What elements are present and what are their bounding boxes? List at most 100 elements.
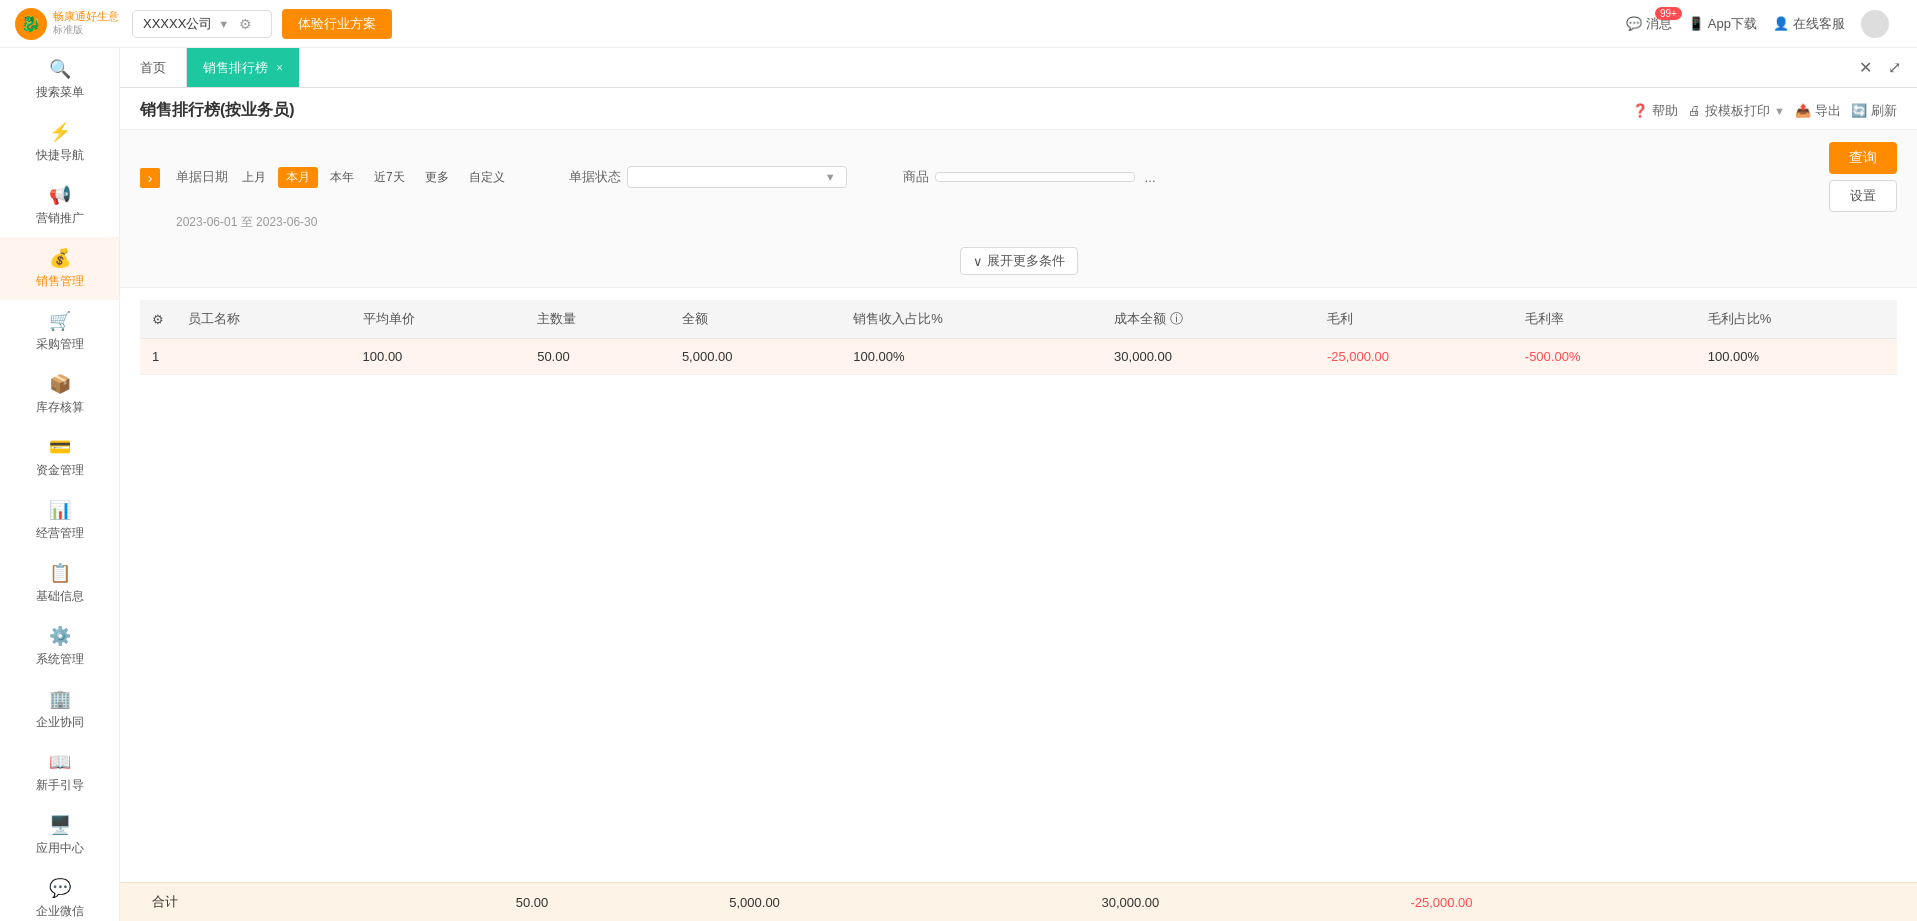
status-select-arrow: ▼ [825,171,836,183]
sidebar-label-10: 企业协同 [36,714,84,731]
date-tab-本年[interactable]: 本年 [322,167,362,188]
page-header: 销售排行榜(按业务员) ❓ 帮助 🖨 按模板打印 ▼ 📤 [120,88,1917,130]
sidebar-item-3[interactable]: 💰 销售管理 [0,237,119,300]
sidebar-icon-6: 💳 [49,436,71,458]
table-row: 1100.0050.005,000.00100.00%30,000.00-25,… [140,339,1897,375]
export-button[interactable]: 📤 导出 [1795,102,1841,120]
footer-cells: 50.005,000.0030,000.00-25,000.00 [232,895,1905,910]
sidebar-label-13: 企业微信 [36,903,84,920]
sidebar-item-0[interactable]: 🔍 搜索菜单 [0,48,119,111]
column-header: 成本全额 ⓘ [1102,300,1315,339]
date-tab-本月[interactable]: 本月 [278,167,318,188]
expand-filter-button[interactable]: › [140,168,160,188]
sidebar-icon-2: 📢 [49,184,71,206]
template-print-button[interactable]: 🖨 按模板打印 ▼ [1688,102,1785,120]
column-settings[interactable]: ⚙ [140,300,176,339]
table-cell: 30,000.00 [1102,339,1315,375]
sidebar-item-1[interactable]: ⚡ 快捷导航 [0,111,119,174]
chevron-down-icon: ∨ [973,254,983,269]
message-icon: 💬 [1626,16,1642,31]
date-tab-自定义[interactable]: 自定义 [461,167,513,188]
date-tab-更多[interactable]: 更多 [417,167,457,188]
sidebar-icon-12: 🖥️ [49,814,71,836]
footer-cell: 50.00 [504,895,717,910]
help-label: 帮助 [1652,102,1678,120]
refresh-button[interactable]: 🔄 刷新 [1851,102,1897,120]
tab-bar-right: ✕ ⤢ [1855,54,1917,81]
sidebar-label-6: 资金管理 [36,462,84,479]
sidebar-item-7[interactable]: 📊 经营管理 [0,489,119,552]
date-tab-近7天[interactable]: 近7天 [366,167,413,188]
tab-close-button[interactable]: × [276,61,283,75]
sidebar-label-3: 销售管理 [36,273,84,290]
table-body: 1100.0050.005,000.00100.00%30,000.00-25,… [140,339,1897,375]
sidebar-item-9[interactable]: ⚙️ 系统管理 [0,615,119,678]
table-cell: 100.00% [841,339,1102,375]
company-selector[interactable]: XXXXX公司 ▼ ⚙ [132,10,272,38]
query-btn-group: 查询 设置 [1829,142,1897,212]
date-range-text: 2023-06-01 至 2023-06-30 [176,215,317,229]
sidebar-icon-3: 💰 [49,247,71,269]
export-label: 导出 [1815,102,1841,120]
sidebar-label-5: 库存核算 [36,399,84,416]
tab-home[interactable]: 首页 [120,48,187,87]
goods-select[interactable] [935,172,1135,182]
sidebar-item-5[interactable]: 📦 库存核算 [0,363,119,426]
expand-more-button[interactable]: ∨ 展开更多条件 [960,247,1078,275]
logo: 🐉 畅康通好生意 标准版 [12,8,122,40]
goods-filter: 商品 ... [903,168,1156,186]
status-filter-label: 单据状态 [569,168,621,186]
fullscreen-button[interactable]: ⤢ [1884,54,1905,81]
tab-active[interactable]: 销售排行榜 × [187,48,299,87]
avatar[interactable] [1861,10,1889,38]
table-cell: 100.00% [1696,339,1897,375]
settings-icon[interactable]: ⚙ [239,16,252,32]
query-button[interactable]: 查询 [1829,142,1897,174]
print-icon: 🖨 [1688,103,1701,118]
print-chevron-icon: ▼ [1774,105,1785,117]
sidebar-label-2: 营销推广 [36,210,84,227]
sidebar-item-11[interactable]: 📖 新手引导 [0,741,119,804]
status-select[interactable]: ▼ [627,166,847,188]
sidebar-item-2[interactable]: 📢 营销推广 [0,174,119,237]
column-header: 毛利 [1315,300,1513,339]
filter-row-1: › 单据日期 上月本月本年近7天更多自定义 单据状态 ▼ [140,142,1897,212]
company-name: XXXXX公司 [143,15,212,33]
app-download-button[interactable]: 📱 App下载 [1688,15,1757,33]
column-header: 全额 [670,300,841,339]
sidebar-icon-5: 📦 [49,373,71,395]
footer-cell [999,895,1090,910]
footer-cell [413,895,504,910]
refresh-label: 刷新 [1871,102,1897,120]
column-header: 毛利占比% [1696,300,1897,339]
expand-more-label: 展开更多条件 [987,252,1065,270]
help-button[interactable]: ❓ 帮助 [1632,102,1678,120]
close-tab-button[interactable]: ✕ [1855,54,1876,81]
sidebar-item-6[interactable]: 💳 资金管理 [0,426,119,489]
sidebar-icon-0: 🔍 [49,58,71,80]
settings-button[interactable]: 设置 [1829,180,1897,212]
more-filters-button[interactable]: ... [1145,170,1156,185]
sidebar-icon-11: 📖 [49,751,71,773]
footer-cell [1724,895,1815,910]
table-cell: 1 [140,339,176,375]
data-table: ⚙员工名称平均单价主数量全额销售收入占比%成本全额 ⓘ毛利毛利率毛利占比% 11… [140,300,1897,375]
table-cell: 100.00 [351,339,526,375]
sidebar-label-7: 经营管理 [36,525,84,542]
logo-text: 畅康通好生意 [53,10,119,23]
sidebar-item-12[interactable]: 🖥️ 应用中心 [0,804,119,867]
sidebar-item-4[interactable]: 🛒 采购管理 [0,300,119,363]
chevron-down-icon: ▼ [218,18,229,30]
column-header: 毛利率 [1513,300,1696,339]
table-cell: -500.00% [1513,339,1696,375]
sidebar-item-8[interactable]: 📋 基础信息 [0,552,119,615]
online-service-button[interactable]: 👤 在线客服 [1773,15,1845,33]
message-button[interactable]: 💬 消息 99+ [1626,15,1672,33]
date-tab-上月[interactable]: 上月 [234,167,274,188]
trial-button[interactable]: 体验行业方案 [282,9,392,39]
sidebar-label-4: 采购管理 [36,336,84,353]
sidebar-item-10[interactable]: 🏢 企业协同 [0,678,119,741]
filter-area: › 单据日期 上月本月本年近7天更多自定义 单据状态 ▼ [120,130,1917,288]
sidebar-item-13[interactable]: 💬 企业微信 [0,867,119,921]
sidebar-icon-4: 🛒 [49,310,71,332]
